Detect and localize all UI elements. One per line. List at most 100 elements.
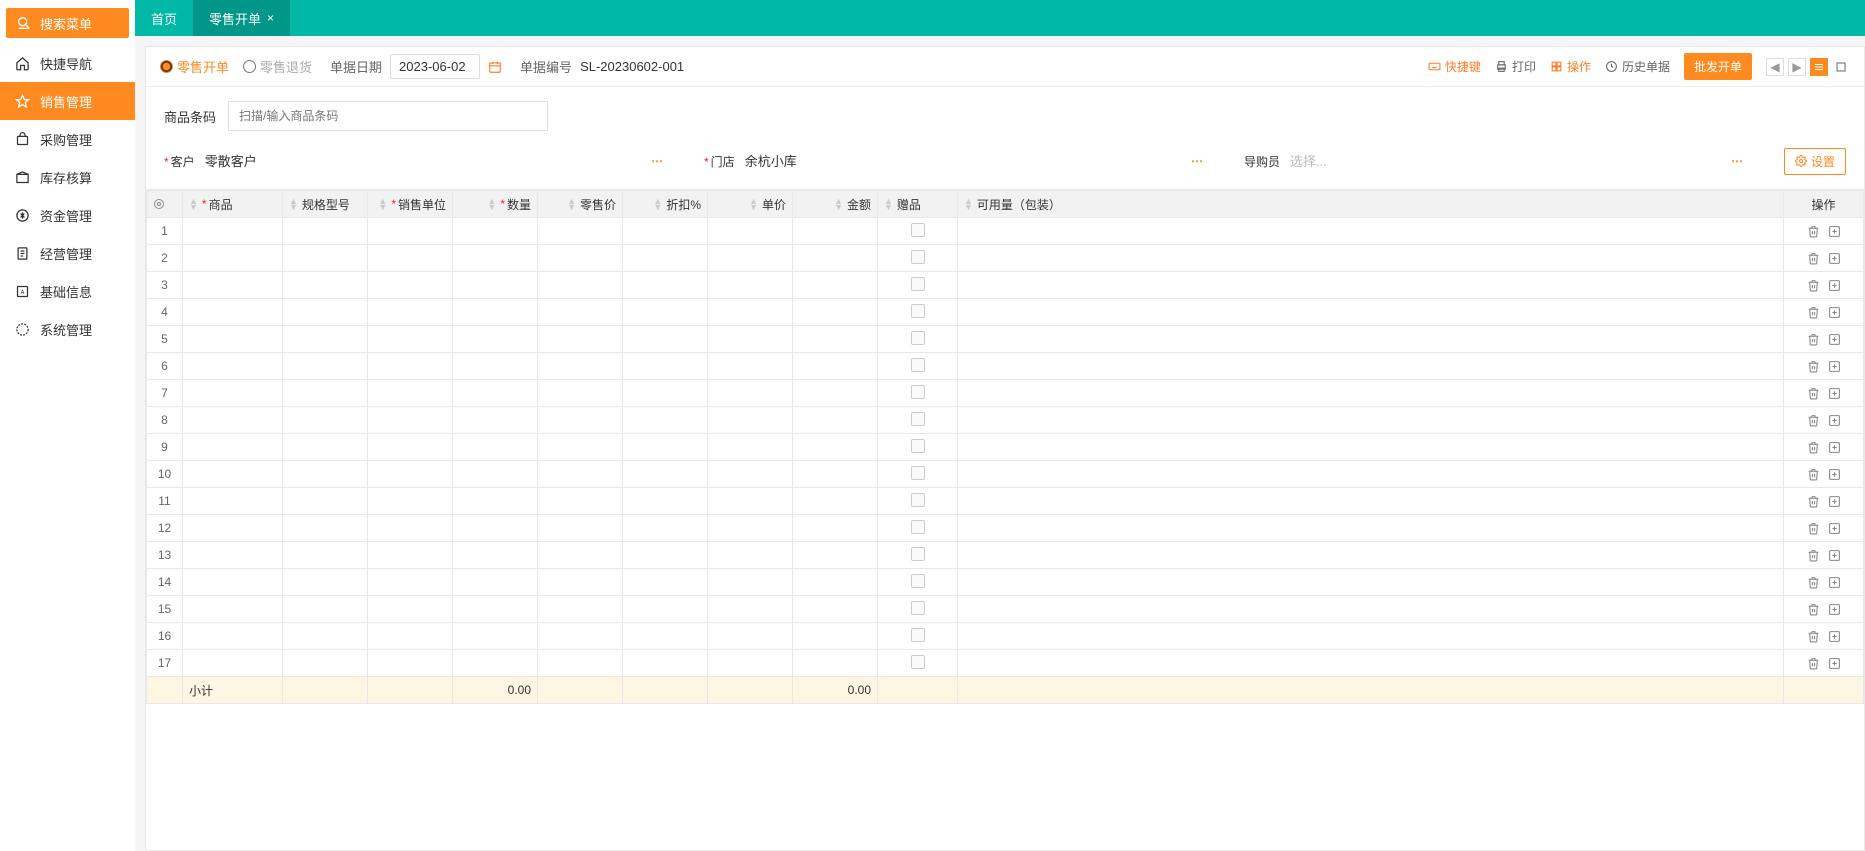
th-discount[interactable]: ▲▼折扣%: [623, 191, 708, 218]
cell-price[interactable]: [708, 326, 793, 353]
cell-spec[interactable]: [283, 326, 368, 353]
checkbox[interactable]: [911, 547, 925, 561]
cell-retail[interactable]: [538, 218, 623, 245]
table-row[interactable]: 5: [147, 326, 1864, 353]
delete-icon[interactable]: [1807, 441, 1820, 454]
table-row[interactable]: 16: [147, 623, 1864, 650]
cell-unit[interactable]: [368, 218, 453, 245]
delete-icon[interactable]: [1807, 603, 1820, 616]
cell-available[interactable]: [958, 569, 1784, 596]
add-row-icon[interactable]: [1828, 630, 1841, 643]
cell-product[interactable]: [183, 542, 283, 569]
cell-retail[interactable]: [538, 434, 623, 461]
table-row[interactable]: 11: [147, 488, 1864, 515]
cell-discount[interactable]: [623, 650, 708, 677]
cell-amount[interactable]: [793, 380, 878, 407]
cell-gift[interactable]: [878, 299, 958, 326]
add-row-icon[interactable]: [1828, 333, 1841, 346]
cell-product[interactable]: [183, 407, 283, 434]
cell-retail[interactable]: [538, 245, 623, 272]
cell-spec[interactable]: [283, 650, 368, 677]
cell-gift[interactable]: [878, 245, 958, 272]
guide-picker[interactable]: 选择... ⋯: [1290, 147, 1744, 175]
cell-amount[interactable]: [793, 488, 878, 515]
cell-product[interactable]: [183, 623, 283, 650]
delete-icon[interactable]: [1807, 387, 1820, 400]
cell-price[interactable]: [708, 461, 793, 488]
add-row-icon[interactable]: [1828, 306, 1841, 319]
cell-product[interactable]: [183, 245, 283, 272]
store-picker[interactable]: 余杭小库 ⋯: [745, 147, 1204, 175]
table-row[interactable]: 12: [147, 515, 1864, 542]
cell-spec[interactable]: [283, 272, 368, 299]
cell-retail[interactable]: [538, 650, 623, 677]
table-row[interactable]: 7: [147, 380, 1864, 407]
add-row-icon[interactable]: [1828, 603, 1841, 616]
cell-available[interactable]: [958, 326, 1784, 353]
cell-spec[interactable]: [283, 434, 368, 461]
cell-price[interactable]: [708, 272, 793, 299]
list-toggle-icon[interactable]: [1810, 58, 1828, 76]
cell-retail[interactable]: [538, 353, 623, 380]
cell-available[interactable]: [958, 461, 1784, 488]
cell-discount[interactable]: [623, 353, 708, 380]
next-arrow[interactable]: ▶: [1788, 58, 1806, 76]
cell-discount[interactable]: [623, 488, 708, 515]
expand-icon[interactable]: [1832, 58, 1850, 76]
cell-spec[interactable]: [283, 596, 368, 623]
cell-retail[interactable]: [538, 596, 623, 623]
cell-gift[interactable]: [878, 434, 958, 461]
cell-qty[interactable]: [453, 299, 538, 326]
delete-icon[interactable]: [1807, 333, 1820, 346]
delete-icon[interactable]: [1807, 306, 1820, 319]
cell-amount[interactable]: [793, 299, 878, 326]
checkbox[interactable]: [911, 304, 925, 318]
history-button[interactable]: 历史单据: [1605, 58, 1670, 75]
bulk-order-button[interactable]: 批发开单: [1684, 53, 1752, 80]
cell-qty[interactable]: [453, 245, 538, 272]
cell-discount[interactable]: [623, 434, 708, 461]
cell-unit[interactable]: [368, 515, 453, 542]
cell-spec[interactable]: [283, 299, 368, 326]
checkbox[interactable]: [911, 385, 925, 399]
cell-qty[interactable]: [453, 596, 538, 623]
cell-available[interactable]: [958, 542, 1784, 569]
cell-spec[interactable]: [283, 569, 368, 596]
cell-amount[interactable]: [793, 407, 878, 434]
tab-retail-order[interactable]: 零售开单 ×: [193, 0, 290, 36]
cell-qty[interactable]: [453, 623, 538, 650]
sidebar-item-inventory[interactable]: 库存核算: [0, 158, 135, 196]
cell-price[interactable]: [708, 623, 793, 650]
cell-gift[interactable]: [878, 380, 958, 407]
cell-spec[interactable]: [283, 488, 368, 515]
delete-icon[interactable]: [1807, 522, 1820, 535]
cell-gift[interactable]: [878, 407, 958, 434]
cell-spec[interactable]: [283, 218, 368, 245]
checkbox[interactable]: [911, 493, 925, 507]
cell-price[interactable]: [708, 407, 793, 434]
add-row-icon[interactable]: [1828, 468, 1841, 481]
checkbox[interactable]: [911, 574, 925, 588]
delete-icon[interactable]: [1807, 252, 1820, 265]
cell-available[interactable]: [958, 407, 1784, 434]
cell-retail[interactable]: [538, 461, 623, 488]
sidebar-item-finance[interactable]: 资金管理: [0, 196, 135, 234]
cell-spec[interactable]: [283, 542, 368, 569]
table-row[interactable]: 3: [147, 272, 1864, 299]
sidebar-item-quicknav[interactable]: 快捷导航: [0, 44, 135, 82]
table-row[interactable]: 10: [147, 461, 1864, 488]
th-qty[interactable]: ▲▼*数量: [453, 191, 538, 218]
delete-icon[interactable]: [1807, 630, 1820, 643]
radio-input[interactable]: [243, 60, 256, 73]
cell-amount[interactable]: [793, 353, 878, 380]
cell-price[interactable]: [708, 434, 793, 461]
cell-unit[interactable]: [368, 488, 453, 515]
cell-product[interactable]: [183, 488, 283, 515]
cell-product[interactable]: [183, 218, 283, 245]
cell-retail[interactable]: [538, 623, 623, 650]
cell-price[interactable]: [708, 245, 793, 272]
table-row[interactable]: 6: [147, 353, 1864, 380]
cell-gift[interactable]: [878, 623, 958, 650]
cell-product[interactable]: [183, 272, 283, 299]
table-row[interactable]: 15: [147, 596, 1864, 623]
